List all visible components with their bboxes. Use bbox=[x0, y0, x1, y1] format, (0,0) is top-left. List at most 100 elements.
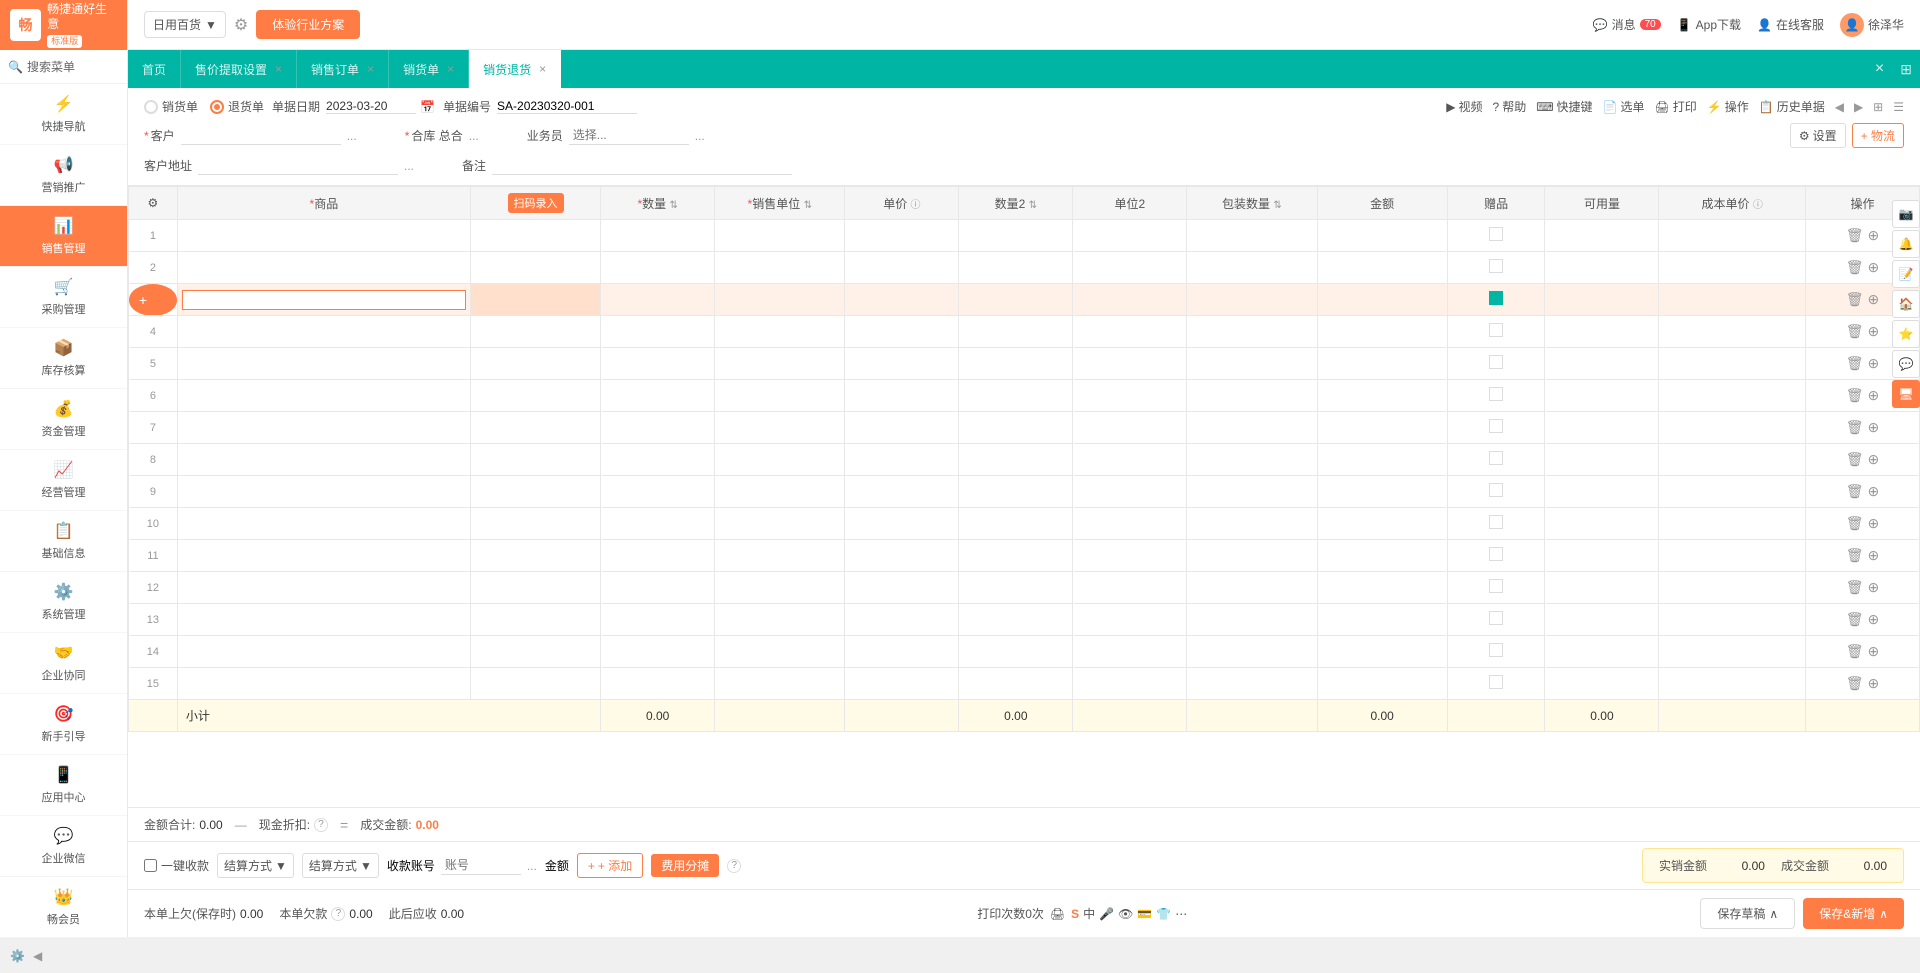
gift-checkbox[interactable] bbox=[1489, 611, 1503, 625]
collapse-icon[interactable]: ◀ bbox=[33, 949, 42, 963]
sidebar-item-system[interactable]: ⚙️ 系统管理 bbox=[0, 572, 127, 633]
row-3-available[interactable] bbox=[1545, 284, 1659, 316]
account-input[interactable] bbox=[441, 856, 521, 875]
gift-checkbox[interactable] bbox=[1489, 643, 1503, 657]
icon-voice[interactable]: 🎤 bbox=[1099, 907, 1114, 921]
icon-pinyin[interactable]: 中 bbox=[1083, 905, 1095, 922]
gift-checkbox[interactable] bbox=[1489, 451, 1503, 465]
operate-btn[interactable]: ⚡ 操作 bbox=[1707, 98, 1749, 115]
row-2-available[interactable] bbox=[1545, 252, 1659, 284]
print-btn[interactable]: 🖨 打印 bbox=[1655, 98, 1697, 115]
tab-sales[interactable]: 销货单 × bbox=[389, 50, 469, 88]
calendar-icon[interactable]: 📅 bbox=[420, 100, 435, 114]
price-info-icon[interactable]: ⓘ bbox=[911, 200, 921, 211]
daily-select[interactable]: 日用百货 ▼ bbox=[144, 11, 226, 38]
row-2-qty[interactable] bbox=[601, 252, 715, 284]
row-1-unit[interactable] bbox=[715, 220, 845, 252]
account-dots[interactable]: ... bbox=[527, 859, 537, 873]
add-payment-btn[interactable]: + + 添加 bbox=[577, 853, 643, 878]
online-service-item[interactable]: 👤 在线客服 bbox=[1757, 16, 1824, 33]
save-new-chevron-icon[interactable]: ∧ bbox=[1879, 907, 1888, 921]
gift-checkbox[interactable] bbox=[1489, 419, 1503, 433]
address-input[interactable] bbox=[198, 156, 398, 175]
row-1-gift[interactable] bbox=[1447, 220, 1545, 252]
row-3-price[interactable] bbox=[845, 284, 959, 316]
app-download-item[interactable]: 📱 App下载 bbox=[1677, 16, 1741, 33]
tab-sales-order[interactable]: 销售订单 × bbox=[297, 50, 389, 88]
settings-btn[interactable]: ⚙ 设置 bbox=[1790, 123, 1846, 148]
tab-home[interactable]: 首页 bbox=[128, 50, 181, 88]
staff-input[interactable] bbox=[569, 126, 689, 145]
row-2-goods[interactable] bbox=[177, 252, 470, 284]
row-2-pkg-qty[interactable] bbox=[1187, 252, 1317, 284]
warehouse-dots[interactable]: ... bbox=[469, 129, 479, 143]
delete-icon[interactable]: 🗑 bbox=[1846, 387, 1864, 404]
history-btn[interactable]: 📋 历史单据 bbox=[1759, 98, 1825, 115]
sidebar-item-purchase[interactable]: 🛒 采购管理 bbox=[0, 267, 127, 328]
delete-icon[interactable]: 🗑 bbox=[1846, 483, 1864, 500]
row-1-cost[interactable] bbox=[1659, 220, 1806, 252]
row-2-delete-icon[interactable]: 🗑 bbox=[1846, 259, 1864, 276]
logistics-btn[interactable]: + 物流 bbox=[1852, 123, 1904, 148]
scan-btn[interactable]: 扫码录入 bbox=[508, 193, 564, 213]
sidebar-item-wechat[interactable]: 💬 企业微信 bbox=[0, 816, 127, 877]
row-3-amount[interactable] bbox=[1317, 284, 1447, 316]
row-2-cost[interactable] bbox=[1659, 252, 1806, 284]
sidebar-item-quick-nav[interactable]: ⚡ 快捷导航 bbox=[0, 84, 127, 145]
copy-icon[interactable]: ⊕ bbox=[1868, 675, 1880, 692]
row-2-gift[interactable] bbox=[1447, 252, 1545, 284]
copy-icon[interactable]: ⊕ bbox=[1868, 355, 1880, 372]
delete-icon[interactable]: 🗑 bbox=[1846, 515, 1864, 532]
delete-icon[interactable]: 🗑 bbox=[1846, 355, 1864, 372]
icon-shirt[interactable]: 👕 bbox=[1156, 907, 1171, 921]
row-2-copy-icon[interactable]: ⊕ bbox=[1868, 259, 1880, 276]
sidebar-item-apps[interactable]: 📱 应用中心 bbox=[0, 755, 127, 816]
row-3-qty2[interactable] bbox=[959, 284, 1073, 316]
message-item[interactable]: 💬 消息 70 bbox=[1593, 16, 1661, 33]
tab-price-extract-close[interactable]: × bbox=[275, 62, 282, 76]
row-3-gift[interactable] bbox=[1447, 284, 1545, 316]
delete-icon[interactable]: 🗑 bbox=[1846, 675, 1864, 692]
row-1-delete-icon[interactable]: 🗑 bbox=[1846, 227, 1864, 244]
tab-close-all-btn[interactable]: × bbox=[1867, 60, 1892, 78]
sidebar-item-member[interactable]: 👑 畅会员 bbox=[0, 877, 127, 938]
sidebar-item-operation[interactable]: 📈 经营管理 bbox=[0, 450, 127, 511]
row-1-available[interactable] bbox=[1545, 220, 1659, 252]
pkg-sort-icon[interactable]: ⇅ bbox=[1273, 200, 1281, 211]
settle-select[interactable]: 结算方式 ▼ bbox=[217, 853, 294, 878]
quick-camera-icon[interactable]: 📷 bbox=[1892, 200, 1920, 228]
copy-icon[interactable]: ⊕ bbox=[1868, 483, 1880, 500]
tab-expand-btn[interactable]: ⊞ bbox=[1892, 61, 1920, 78]
delete-icon[interactable]: 🗑 bbox=[1846, 611, 1864, 628]
copy-icon[interactable]: ⊕ bbox=[1868, 579, 1880, 596]
row-1-amount[interactable] bbox=[1317, 220, 1447, 252]
row-1-pkg-qty[interactable] bbox=[1187, 220, 1317, 252]
row-2-unit2[interactable] bbox=[1073, 252, 1187, 284]
tab-sales-return[interactable]: 销货退货 × bbox=[469, 50, 561, 88]
gift-checkbox[interactable] bbox=[1489, 323, 1503, 337]
gift-checkbox[interactable] bbox=[1489, 355, 1503, 369]
gift-checkbox[interactable] bbox=[1489, 675, 1503, 689]
bill-no-input[interactable] bbox=[497, 99, 637, 114]
customer-input[interactable] bbox=[181, 126, 341, 145]
sidebar-item-basic[interactable]: 📋 基础信息 bbox=[0, 511, 127, 572]
row-3-delete-icon[interactable]: 🗑 bbox=[1846, 291, 1864, 308]
row-2-unit[interactable] bbox=[715, 252, 845, 284]
copy-icon[interactable]: ⊕ bbox=[1868, 323, 1880, 340]
radio-sale[interactable]: 销货单 bbox=[144, 98, 198, 115]
sidebar-search[interactable]: 🔍 搜索菜单 bbox=[0, 50, 127, 84]
gift-checkbox-3[interactable] bbox=[1489, 291, 1503, 305]
header-gear-icon[interactable]: ⚙ bbox=[234, 15, 248, 35]
nav-next-icon[interactable]: ▶ bbox=[1854, 100, 1863, 114]
copy-icon[interactable]: ⊕ bbox=[1868, 419, 1880, 436]
row-3-unit[interactable] bbox=[715, 284, 845, 316]
save-new-btn[interactable]: 保存&新增 ∧ bbox=[1803, 898, 1904, 929]
add-row-cell[interactable]: + bbox=[129, 284, 178, 316]
row-3-pkg-qty[interactable] bbox=[1187, 284, 1317, 316]
tab-sales-order-close[interactable]: × bbox=[367, 62, 374, 76]
delete-icon[interactable]: 🗑 bbox=[1846, 579, 1864, 596]
nav-prev-icon[interactable]: ◀ bbox=[1835, 100, 1844, 114]
copy-icon[interactable]: ⊕ bbox=[1868, 611, 1880, 628]
quick-screen-icon[interactable]: 🖥 bbox=[1892, 380, 1920, 408]
sidebar-item-finance[interactable]: 💰 资金管理 bbox=[0, 389, 127, 450]
